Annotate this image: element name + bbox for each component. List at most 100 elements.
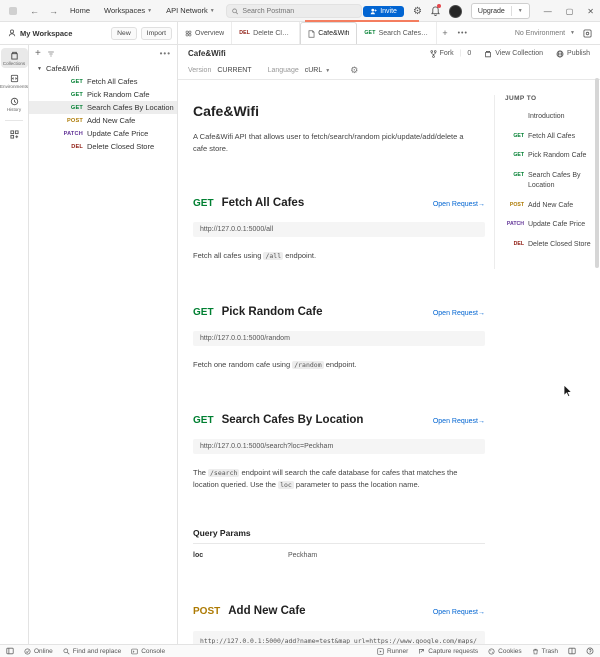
- open-request-link[interactable]: Open Request→: [433, 310, 485, 317]
- request-pick-random-cafe[interactable]: GET Pick Random Cafe: [29, 88, 177, 101]
- request-url[interactable]: http://127.0.0.1:5000/random: [193, 330, 485, 346]
- environment-quick-look-icon[interactable]: [583, 22, 600, 44]
- notifications-bell-icon[interactable]: [430, 4, 441, 16]
- toggle-sidebar-icon[interactable]: [6, 647, 14, 655]
- environments-icon: [10, 74, 18, 83]
- jump-introduction[interactable]: Introduction: [505, 112, 596, 123]
- section-title: Fetch All Cafes: [221, 197, 305, 210]
- nav-api-network[interactable]: API Network ▼: [166, 6, 215, 15]
- section-fetch-all-cafes: GET Fetch All Cafes Open Request→ http:/…: [193, 197, 485, 262]
- upgrade-button[interactable]: Upgrade ▼: [470, 3, 530, 19]
- jump-update-cafe-price[interactable]: PATCH Update Cafe Price: [505, 220, 596, 231]
- rail-collections[interactable]: Collections: [0, 48, 28, 69]
- split-pane-icon[interactable]: [568, 647, 576, 655]
- workspace-tab-bar: My Workspace New Import Overview DEL Del…: [0, 22, 600, 45]
- jump-add-new-cafe[interactable]: POST Add New Cafe: [505, 201, 596, 212]
- jump-fetch-all-cafes[interactable]: GET Fetch All Cafes: [505, 132, 596, 143]
- add-collection-button[interactable]: +: [35, 48, 41, 59]
- tab-cafewifi-active[interactable]: Cafe&Wifi: [300, 22, 358, 44]
- jump-to-panel: JUMP TO Introduction GET Fetch All Cafes …: [494, 95, 600, 269]
- nav-workspaces[interactable]: Workspaces ▼: [104, 6, 152, 15]
- open-request-link[interactable]: Open Request→: [433, 418, 485, 425]
- collection-cafewifi[interactable]: ▼ Cafe&Wifi: [29, 62, 177, 75]
- language-select[interactable]: cURL ▼: [305, 67, 330, 74]
- cookie-icon: [488, 647, 495, 655]
- console-button[interactable]: Console: [131, 648, 165, 655]
- method-label: PATCH: [506, 221, 524, 227]
- tab-delete-closed-store[interactable]: DEL Delete Closed Store: [232, 22, 301, 44]
- window-close-button[interactable]: ✕: [587, 7, 594, 16]
- request-delete-closed-store[interactable]: DEL Delete Closed Store: [29, 140, 177, 153]
- table-row: loc Peckham: [193, 544, 485, 567]
- version-value[interactable]: CURRENT: [217, 67, 251, 74]
- invite-button[interactable]: Invite: [363, 5, 404, 17]
- person-icon: [8, 29, 16, 37]
- overview-icon: [185, 30, 192, 36]
- request-fetch-all-cafes[interactable]: GET Fetch All Cafes: [29, 75, 177, 88]
- import-button[interactable]: Import: [140, 26, 172, 40]
- cookies-button[interactable]: Cookies: [488, 647, 522, 655]
- workspace-name[interactable]: My Workspace: [20, 29, 72, 38]
- method-label: POST: [66, 117, 83, 124]
- method-label: PATCH: [63, 130, 83, 137]
- nav-forward-icon[interactable]: →: [49, 6, 58, 16]
- vertical-scrollbar[interactable]: [595, 78, 599, 268]
- rail-environments[interactable]: Environments: [0, 71, 28, 91]
- rail-configure-sidebar[interactable]: [1, 127, 28, 141]
- request-update-cafe-price[interactable]: PATCH Update Cafe Price: [29, 127, 177, 140]
- section-description: The /search endpoint will search the caf…: [193, 468, 458, 490]
- filter-collections[interactable]: [47, 50, 154, 58]
- request-search-cafes-by-location[interactable]: GET Search Cafes By Location: [29, 101, 177, 114]
- publish-button[interactable]: Publish: [556, 50, 590, 58]
- collections-icon: [10, 51, 18, 60]
- open-request-link[interactable]: Open Request→: [433, 201, 485, 208]
- status-bar: Online Find and replace Console Runner C…: [0, 644, 600, 657]
- environment-selector[interactable]: No Environment ▼: [507, 22, 583, 44]
- account-avatar[interactable]: [448, 4, 462, 18]
- section-pick-random-cafe: GET Pick Random Cafe Open Request→ http:…: [193, 306, 485, 371]
- chevron-down-icon: ▼: [325, 67, 331, 74]
- jump-delete-closed-store[interactable]: DEL Delete Closed Store: [505, 240, 596, 251]
- tab-search-cafes[interactable]: GET Search Cafes By Location: [357, 22, 438, 44]
- tab-options-icon[interactable]: •••: [453, 22, 473, 44]
- tab-overview[interactable]: Overview: [178, 22, 233, 44]
- chevron-down-icon: ▼: [209, 7, 215, 14]
- new-button[interactable]: New: [111, 26, 137, 40]
- window-minimize-button[interactable]: —: [544, 7, 552, 16]
- param-value: Peckham: [288, 551, 318, 559]
- request-url-code-block[interactable]: http://127.0.0.1:5000/add?name=test&map_…: [193, 630, 485, 644]
- runner-button[interactable]: Runner: [377, 648, 408, 655]
- find-and-replace[interactable]: Find and replace: [63, 648, 121, 655]
- global-search[interactable]: [226, 4, 362, 18]
- divider: [510, 6, 512, 16]
- fork-button[interactable]: Fork | 0: [430, 49, 471, 58]
- request-add-new-cafe[interactable]: POST Add New Cafe: [29, 114, 177, 127]
- nav-home[interactable]: Home: [70, 6, 90, 15]
- capture-requests-button[interactable]: Capture requests: [418, 648, 478, 655]
- nav-back-icon[interactable]: ←: [30, 6, 39, 16]
- window-maximize-button[interactable]: ▢: [566, 7, 574, 16]
- open-request-link[interactable]: Open Request→: [433, 609, 485, 616]
- new-tab-button[interactable]: +: [437, 22, 452, 44]
- rail-history[interactable]: History: [1, 94, 28, 114]
- globe-icon: [556, 50, 564, 57]
- request-url[interactable]: http://127.0.0.1:5000/all: [193, 222, 485, 238]
- jump-pick-random-cafe[interactable]: GET Pick Random Cafe: [505, 151, 596, 162]
- jump-search-cafes-by-location[interactable]: GET Search Cafes By Location: [505, 171, 596, 192]
- sidebar-more-options-icon[interactable]: •••: [160, 49, 171, 58]
- online-status[interactable]: Online: [24, 648, 53, 655]
- help-icon[interactable]: [586, 647, 594, 655]
- trash-button[interactable]: Trash: [532, 648, 558, 655]
- search-input[interactable]: [242, 7, 356, 15]
- settings-gear-icon[interactable]: ⚙: [413, 6, 422, 17]
- expand-chevron-icon[interactable]: ▼: [37, 66, 42, 72]
- section-search-cafes-by-location: GET Search Cafes By Location Open Reques…: [193, 414, 485, 492]
- method-label: GET: [70, 78, 83, 85]
- documentation-view[interactable]: Cafe&Wifi A Cafe&Wifi API that allows us…: [178, 81, 600, 644]
- notification-badge: [436, 4, 441, 8]
- chevron-down-icon: ▼: [517, 8, 523, 14]
- doc-settings-gear-icon[interactable]: ⚙: [350, 65, 358, 76]
- request-url[interactable]: http://127.0.0.1:5000/search?loc=Peckham: [193, 439, 485, 454]
- view-collection-button[interactable]: View Collection: [484, 50, 543, 58]
- section-add-new-cafe: POST Add New Cafe Open Request→ http://1…: [193, 605, 485, 644]
